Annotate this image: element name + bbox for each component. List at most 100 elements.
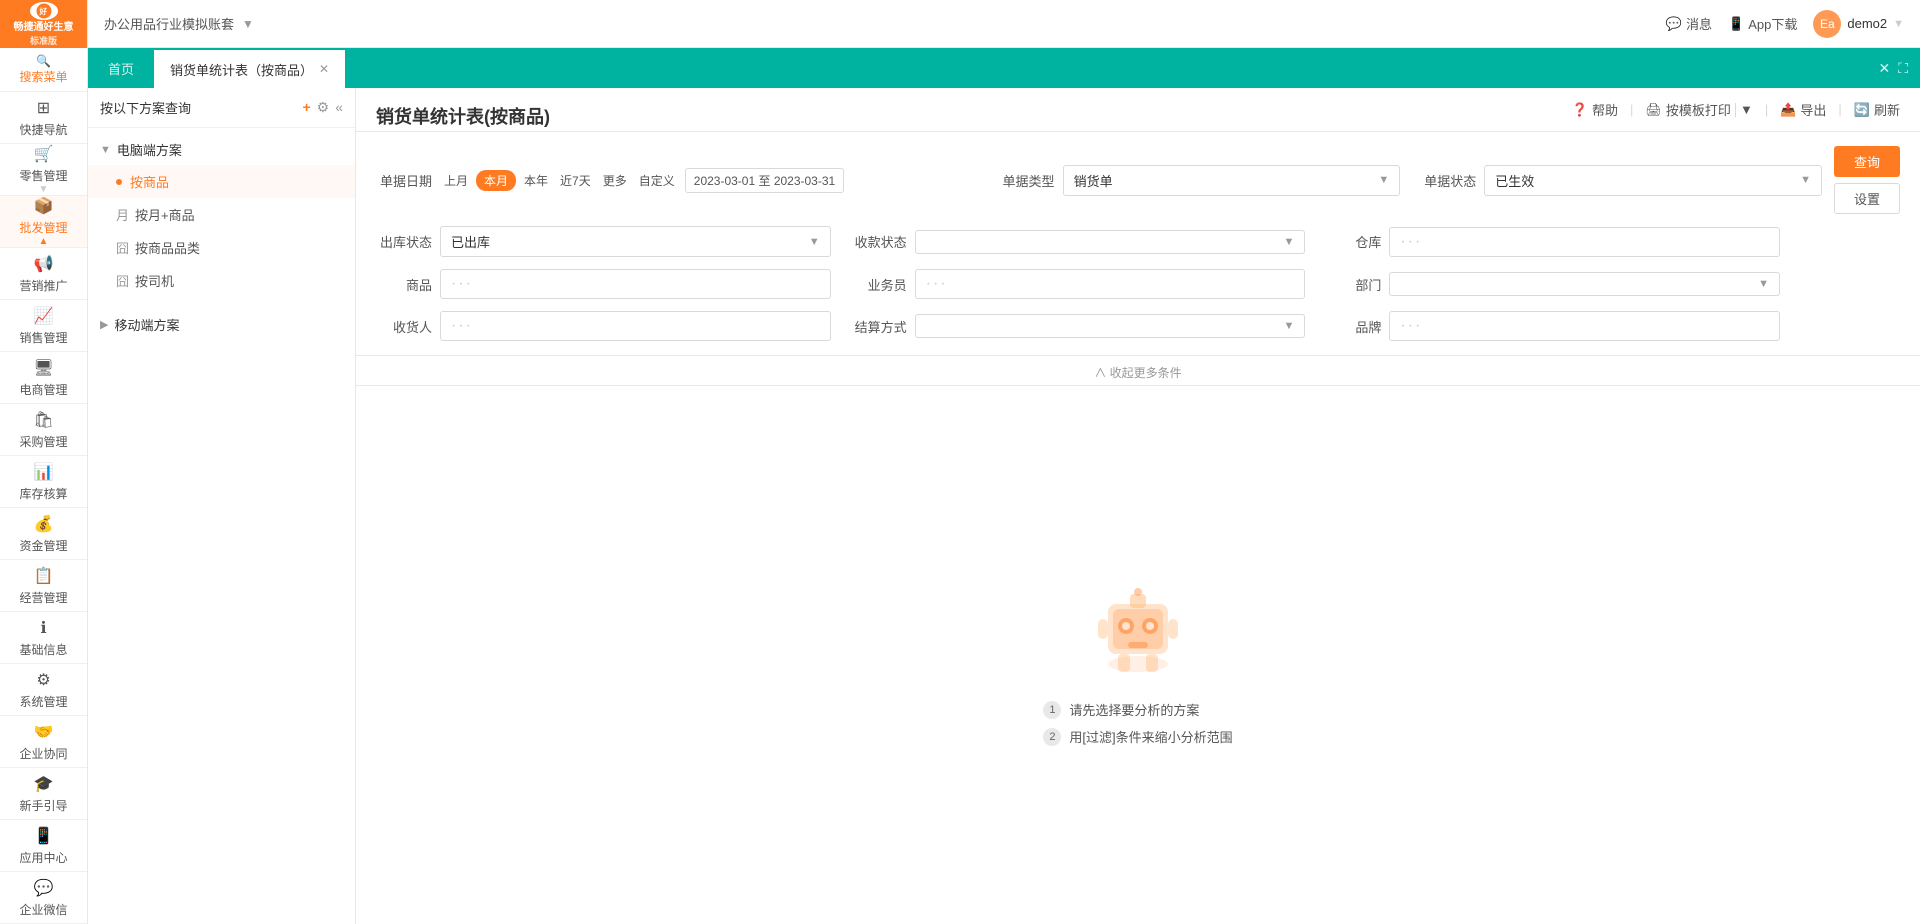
refresh-btn[interactable]: 🔄 刷新	[1854, 100, 1900, 119]
receipt-status-select[interactable]: ▼	[915, 230, 1306, 254]
sidebar-item-sales[interactable]: 📈 销售管理	[0, 300, 87, 352]
scheme-item-by-goods[interactable]: 按商品	[88, 165, 355, 198]
doc-type-select[interactable]: 销货单 ▼	[1063, 165, 1401, 196]
tab-expand-icon[interactable]: ⛶	[1898, 60, 1908, 77]
app-logo: 好 畅捷通好生意 标准版	[0, 0, 87, 48]
action-divider-3: |	[1838, 102, 1841, 117]
sidebar-item-appcenter[interactable]: 📱 应用中心	[0, 820, 87, 872]
collapse-bar[interactable]: ∧ 收起更多条件	[356, 356, 1920, 386]
user-dropdown-icon: ▼	[1893, 18, 1904, 30]
query-btn-area: 查询 设置	[1834, 146, 1900, 214]
sidebar-item-system[interactable]: ⚙ 系统管理	[0, 664, 87, 716]
tab-home-label: 首页	[108, 59, 134, 78]
recipient-dots-icon: ···	[451, 317, 473, 335]
sidebar-item-quick-nav[interactable]: ⊞ 快捷导航	[0, 92, 87, 144]
filter-doc-status: 单据状态 已生效 ▼	[1420, 165, 1822, 196]
inventory-icon: 📊	[34, 462, 54, 482]
tab-close-icon[interactable]: ✕	[319, 62, 329, 76]
scheme-item-by-month-goods[interactable]: 月 按月+商品	[88, 198, 355, 231]
ecom-icon: 🖥	[33, 358, 53, 378]
settlement-select[interactable]: ▼	[915, 314, 1306, 338]
recipient-label: 收货人	[376, 317, 432, 336]
dept-arrow-icon: ▼	[1758, 278, 1769, 290]
sidebar-item-search[interactable]: 🔍 搜索菜单	[0, 48, 87, 92]
sidebar-item-retail[interactable]: 🛒 零售管理 ▼	[0, 144, 87, 196]
collab-icon: 🤝	[34, 722, 54, 742]
scheme-group-pc-header[interactable]: ▼ 电脑端方案	[88, 134, 355, 165]
sidebar-item-purchase[interactable]: 🛍 采购管理	[0, 404, 87, 456]
warehouse-dots-icon: ···	[1400, 233, 1422, 251]
doc-status-value: 已生效	[1495, 171, 1534, 190]
messages-btn[interactable]: 💬 消息	[1666, 14, 1712, 33]
export-btn[interactable]: 📤 导出	[1780, 100, 1826, 119]
user-area[interactable]: Ea demo2 ▼	[1813, 10, 1904, 38]
sidebar-item-ecom[interactable]: 🖥 电商管理	[0, 352, 87, 404]
sidebar-item-wholesale[interactable]: 📦 批发管理 ▲	[0, 196, 87, 248]
recipient-input[interactable]: ···	[440, 311, 831, 341]
scheme-item-by-goods-cat[interactable]: 囧 按商品品类	[88, 231, 355, 264]
tip-num-2: 2	[1043, 728, 1061, 746]
template-print-btn[interactable]: 🖨 按模板打印 ▼	[1645, 100, 1752, 119]
date-range-input[interactable]: 2023-03-01 至 2023-03-31	[685, 168, 844, 193]
salesperson-input[interactable]: ···	[915, 269, 1306, 299]
tip-text-1: 请先选择要分析的方案	[1069, 700, 1199, 719]
receipt-status-label: 收款状态	[851, 232, 907, 251]
scheme-collapse-icon[interactable]: «	[335, 99, 343, 116]
app-download-btn[interactable]: 📱 App下载	[1728, 14, 1797, 33]
date-this-year[interactable]: 本年	[520, 170, 552, 191]
add-scheme-icon[interactable]: +	[302, 99, 310, 116]
wholesale-arrow-icon: ▲	[39, 236, 49, 247]
sidebar-item-newbie[interactable]: 🎓 新手引导	[0, 768, 87, 820]
date-this-month[interactable]: 本月	[476, 170, 516, 191]
sales-icon: 📈	[34, 306, 54, 326]
sidebar-item-collab[interactable]: 🤝 企业协同	[0, 716, 87, 768]
lph-actions: + ⚙ «	[302, 99, 343, 116]
date-custom[interactable]: 自定义	[635, 170, 679, 191]
scheme-by-month-goods-label: 按月+商品	[135, 205, 195, 224]
sidebar-retail-label: 零售管理	[19, 167, 67, 184]
export-label: 导出	[1800, 100, 1826, 119]
date-last-month[interactable]: 上月	[440, 170, 472, 191]
sidebar-item-inventory[interactable]: 📊 库存核算	[0, 456, 87, 508]
query-button[interactable]: 查询	[1834, 146, 1900, 177]
filter-goods: 商品 ···	[376, 269, 831, 299]
right-main: 销货单统计表(按商品) ❓ 帮助 | 🖨 按模板打印 ▼ |	[356, 88, 1920, 924]
dept-select[interactable]: ▼	[1389, 272, 1780, 296]
sidebar-item-basic[interactable]: ℹ 基础信息	[0, 612, 87, 664]
scheme-item-by-driver[interactable]: 囧 按司机	[88, 264, 355, 297]
out-status-value: 已出库	[451, 232, 490, 251]
date-last-7-days[interactable]: 近7天	[556, 170, 595, 191]
tab-minimize-icon[interactable]: ✕	[1878, 60, 1890, 77]
wholesale-icon: 📦	[34, 196, 54, 216]
help-btn[interactable]: ❓ 帮助	[1572, 100, 1618, 119]
app-download-label: App下载	[1748, 14, 1797, 33]
tab-home[interactable]: 首页	[88, 48, 154, 88]
brand-input[interactable]: ···	[1389, 311, 1780, 341]
date-control: 上月 本月 本年 近7天 更多 自定义 2023-03-01 至 2023-03…	[440, 168, 979, 193]
out-status-select[interactable]: 已出库 ▼	[440, 226, 831, 257]
dept-label: 部门	[1325, 275, 1381, 294]
tab-sales-stat[interactable]: 销货单统计表（按商品） ✕	[154, 48, 345, 88]
goods-dots-icon: ···	[451, 275, 473, 293]
doc-status-select[interactable]: 已生效 ▼	[1484, 165, 1822, 196]
warehouse-input[interactable]: ···	[1389, 227, 1780, 257]
empty-tip-2: 2 用[过滤]条件来缩小分析范围	[1043, 727, 1232, 746]
sidebar-item-wechat[interactable]: 💬 企业微信	[0, 872, 87, 924]
sidebar-item-finance[interactable]: 💰 资金管理	[0, 508, 87, 560]
app-dropdown-icon[interactable]: ▼	[242, 17, 254, 31]
goods-input[interactable]: ···	[440, 269, 831, 299]
salesperson-dots-icon: ···	[926, 275, 948, 293]
scheme-group-mobile-header[interactable]: ▶ 移动端方案	[88, 309, 355, 340]
sidebar-collab-label: 企业协同	[19, 745, 67, 762]
logo-icon: 好	[30, 2, 58, 20]
sidebar-wholesale-label: 批发管理	[19, 219, 67, 236]
tab-bar: 首页 销货单统计表（按商品） ✕ ✕ ⛶	[88, 48, 1920, 88]
print-dropdown-icon[interactable]: ▼	[1740, 102, 1753, 117]
sidebar-item-marketing[interactable]: 📢 营销推广	[0, 248, 87, 300]
settings-button[interactable]: 设置	[1834, 183, 1900, 214]
marketing-icon: 📢	[34, 254, 54, 274]
scheme-settings-icon[interactable]: ⚙	[317, 99, 330, 116]
date-more[interactable]: 更多	[599, 170, 631, 191]
sidebar-item-ops[interactable]: 📋 经营管理	[0, 560, 87, 612]
filter-out-status: 出库状态 已出库 ▼	[376, 226, 831, 257]
